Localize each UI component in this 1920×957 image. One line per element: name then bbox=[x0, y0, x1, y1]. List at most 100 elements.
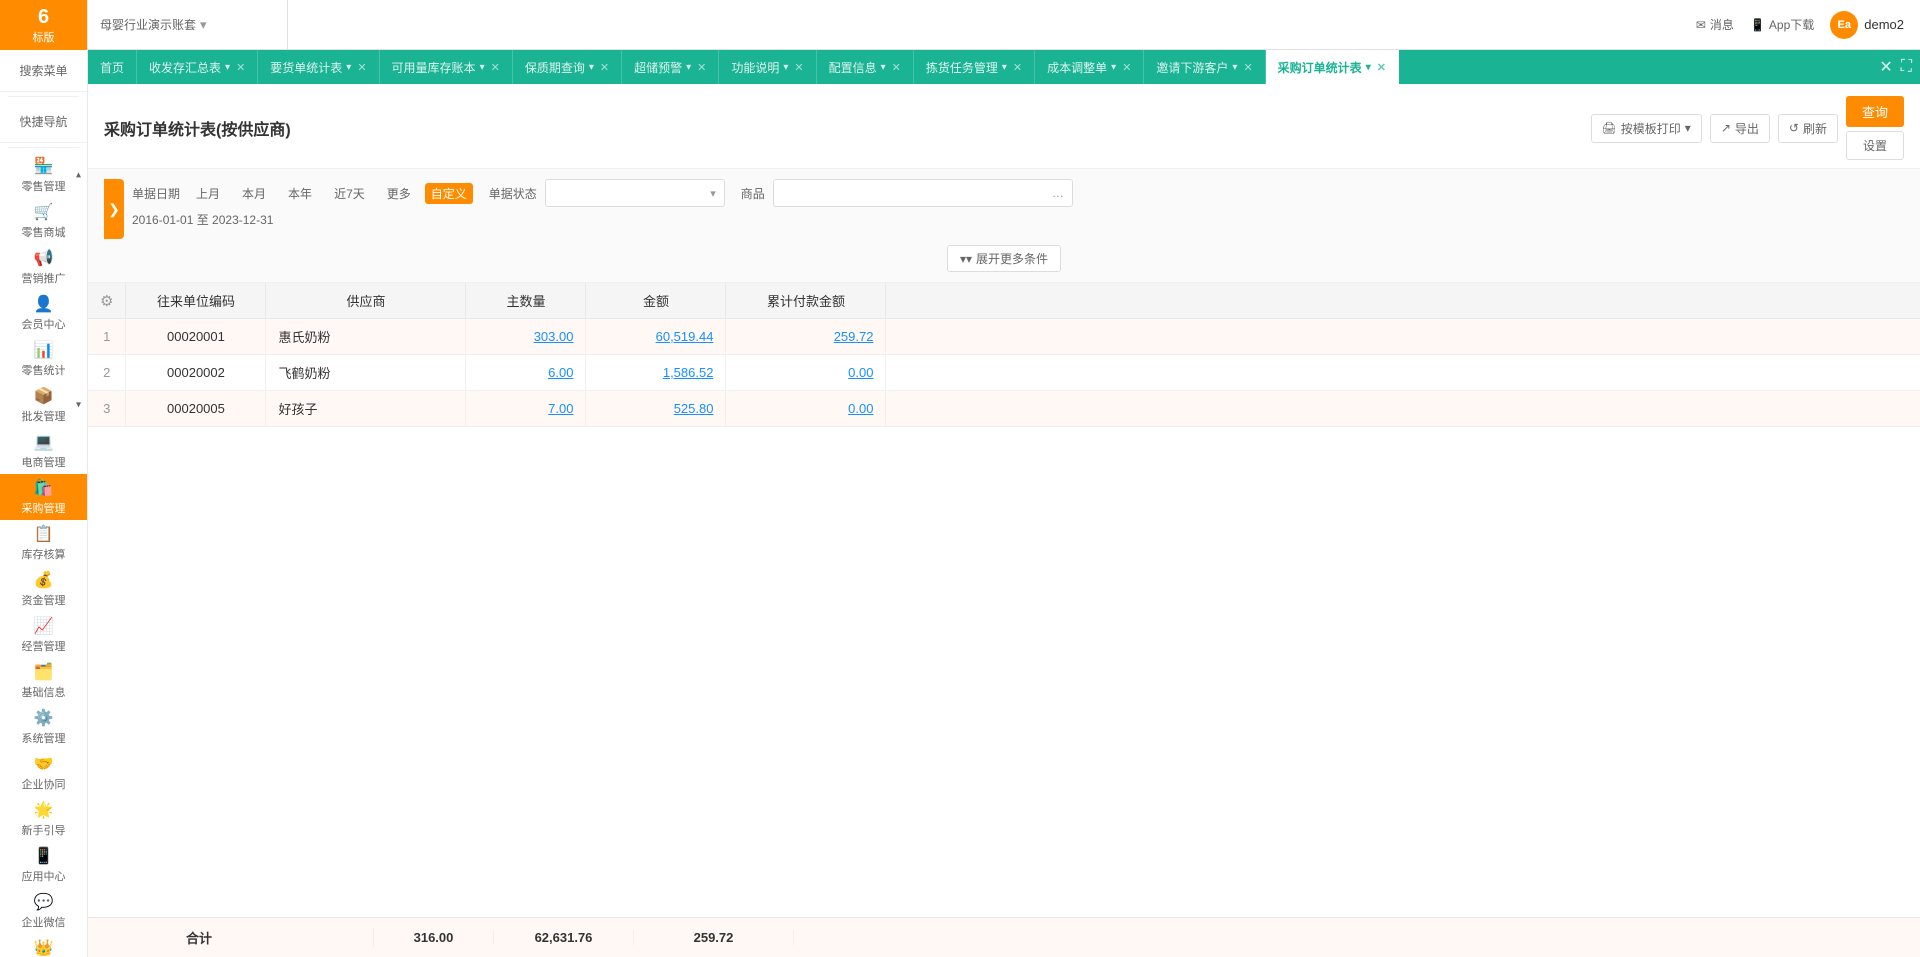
expand-more-button[interactable]: ▾▾ 展开更多条件 bbox=[947, 245, 1061, 272]
tab-expand-button[interactable]: ⛶ bbox=[1901, 58, 1912, 76]
footer-amount: 62,631.76 bbox=[494, 930, 634, 945]
col-extra-header bbox=[886, 283, 1920, 319]
sidebar-item-label: 系统管理 bbox=[22, 730, 66, 746]
sidebar-item-appcenter[interactable]: 📱 应用中心 bbox=[0, 842, 87, 888]
member-icon: 👤 bbox=[34, 294, 54, 314]
close-icon[interactable]: ✕ bbox=[357, 61, 366, 74]
print-button[interactable]: 🖨 按模板打印 ▾ bbox=[1591, 114, 1702, 143]
tab-inventory-book[interactable]: 可用量库存账本 ▾ ✕ bbox=[380, 50, 513, 84]
tab-func-desc[interactable]: 功能说明 ▾ ✕ bbox=[719, 50, 816, 84]
tab-purchase-order-stat[interactable]: 采购订单统计表 ▾ ✕ bbox=[1266, 50, 1399, 84]
goods-label: 商品 bbox=[741, 185, 765, 202]
sidebar-item-marketing[interactable]: 📢 营销推广 bbox=[0, 244, 87, 290]
message-button[interactable]: ✉ 消息 bbox=[1696, 16, 1734, 33]
sidebar-item-finance[interactable]: 💰 资金管理 bbox=[0, 566, 87, 612]
tab-invite-customer[interactable]: 邀请下游客户 ▾ ✕ bbox=[1144, 50, 1265, 84]
sidebar-item-ecommerce[interactable]: 💻 电商管理 bbox=[0, 428, 87, 474]
goods-select[interactable]: … bbox=[773, 179, 1073, 207]
sidebar-item-retail[interactable]: 🏪 零售管理 ▴ bbox=[0, 152, 87, 198]
sidebar-item-label: 新手引导 bbox=[22, 822, 66, 838]
date-last-month[interactable]: 上月 bbox=[188, 183, 228, 204]
cell-amount[interactable]: 1,586.52 bbox=[586, 355, 726, 391]
tab-pick-task[interactable]: 拣货任务管理 ▾ ✕ bbox=[914, 50, 1035, 84]
close-icon[interactable]: ✕ bbox=[491, 61, 500, 74]
search-menu-item[interactable]: 搜索菜单 bbox=[0, 50, 87, 92]
cell-paid[interactable]: 0.00 bbox=[726, 391, 886, 427]
date-more[interactable]: 更多 bbox=[379, 183, 419, 204]
tab-close-button[interactable]: ✕ bbox=[1879, 57, 1892, 77]
refresh-button[interactable]: ↺ 刷新 bbox=[1778, 114, 1838, 143]
cell-amount[interactable]: 60,519.44 bbox=[586, 319, 726, 355]
cell-qty[interactable]: 6.00 bbox=[466, 355, 586, 391]
cell-extra bbox=[886, 355, 1920, 391]
search-label[interactable]: 搜索菜单 bbox=[6, 58, 81, 83]
sidebar-item-enterprise[interactable]: 🤝 企业协同 bbox=[0, 750, 87, 796]
sidebar-item-basic[interactable]: 🗂️ 基础信息 bbox=[0, 658, 87, 704]
date-range-display: 2016-01-01 至 2023-12-31 bbox=[132, 213, 273, 227]
cell-code: 00020001 bbox=[126, 319, 266, 355]
tab-cost-adjust[interactable]: 成本调整单 ▾ ✕ bbox=[1035, 50, 1144, 84]
sidebar-item-wholesale[interactable]: 📦 批发管理 ▾ bbox=[0, 382, 87, 428]
close-icon[interactable]: ✕ bbox=[794, 61, 803, 74]
print-label: 按模板打印 bbox=[1621, 120, 1681, 137]
date-last-7days[interactable]: 近7天 bbox=[326, 183, 373, 204]
tab-home[interactable]: 首页 bbox=[88, 50, 137, 84]
quick-nav-label[interactable]: 快捷导航 bbox=[6, 109, 81, 134]
chevron-down-icon: ▾ bbox=[346, 62, 351, 73]
tab-label: 超储预警 bbox=[634, 59, 682, 76]
tab-purchase-stat[interactable]: 要货单统计表 ▾ ✕ bbox=[258, 50, 379, 84]
tab-expiry-query[interactable]: 保质期查询 ▾ ✕ bbox=[513, 50, 622, 84]
sidebar-item-retail-stat[interactable]: 📊 零售统计 bbox=[0, 336, 87, 382]
page-header: 采购订单统计表(按供应商) 🖨 按模板打印 ▾ ↗ 导出 ↺ 刷新 查询 设置 bbox=[88, 84, 1920, 169]
export-button[interactable]: ↗ 导出 bbox=[1710, 114, 1770, 143]
date-this-month[interactable]: 本月 bbox=[234, 183, 274, 204]
sidebar-item-label: 经营管理 bbox=[22, 638, 66, 654]
chevron-down-icon: ▾ bbox=[783, 62, 788, 73]
date-label: 单据日期 bbox=[132, 185, 180, 202]
cell-paid[interactable]: 0.00 bbox=[726, 355, 886, 391]
date-this-year[interactable]: 本年 bbox=[280, 183, 320, 204]
user-menu[interactable]: Ea demo2 bbox=[1830, 11, 1904, 39]
cell-qty[interactable]: 303.00 bbox=[466, 319, 586, 355]
sidebar-item-shop[interactable]: 🛒 零售商城 bbox=[0, 198, 87, 244]
column-settings-icon[interactable]: ⚙ bbox=[100, 293, 113, 310]
app-download-button[interactable]: 📱 App下载 bbox=[1750, 16, 1814, 33]
tab-bar: 首页 收发存汇总表 ▾ ✕ 要货单统计表 ▾ ✕ 可用量库存账本 ▾ ✕ 保质期… bbox=[88, 50, 1920, 84]
cell-qty[interactable]: 7.00 bbox=[466, 391, 586, 427]
sidebar-item-system[interactable]: ⚙️ 系统管理 bbox=[0, 704, 87, 750]
tab-label: 邀请下游客户 bbox=[1156, 59, 1228, 76]
sidebar-item-inventory[interactable]: 📋 库存核算 bbox=[0, 520, 87, 566]
close-icon[interactable]: ✕ bbox=[892, 61, 901, 74]
sidebar-item-purchase[interactable]: 🛍️ 采购管理 bbox=[0, 474, 87, 520]
close-icon[interactable]: ✕ bbox=[1243, 61, 1252, 74]
chevron-down-icon: ▾ bbox=[1232, 62, 1237, 73]
tab-config-info[interactable]: 配置信息 ▾ ✕ bbox=[817, 50, 914, 84]
close-icon[interactable]: ✕ bbox=[1013, 61, 1022, 74]
sidebar-item-operations[interactable]: 📈 经营管理 bbox=[0, 612, 87, 658]
more-options-icon[interactable]: … bbox=[1052, 186, 1064, 200]
close-icon[interactable]: ✕ bbox=[1377, 61, 1386, 74]
quick-nav-item[interactable]: 快捷导航 bbox=[0, 101, 87, 143]
settings-button[interactable]: 设置 bbox=[1846, 131, 1904, 160]
sidebar-item-member[interactable]: 👤 会员中心 bbox=[0, 290, 87, 336]
chevron-down-icon: ▴ bbox=[76, 170, 81, 181]
close-icon[interactable]: ✕ bbox=[1122, 61, 1131, 74]
tab-receive-summary[interactable]: 收发存汇总表 ▾ ✕ bbox=[137, 50, 258, 84]
close-icon[interactable]: ✕ bbox=[600, 61, 609, 74]
date-custom-badge[interactable]: 自定义 bbox=[425, 183, 473, 204]
sidebar-item-wechat[interactable]: 💬 企业微信 bbox=[0, 888, 87, 934]
sidebar-item-label: 库存核算 bbox=[22, 546, 66, 562]
cell-paid[interactable]: 259.72 bbox=[726, 319, 886, 355]
sidebar-item-newbie[interactable]: 🌟 新手引导 bbox=[0, 796, 87, 842]
collapse-button[interactable]: ❯ bbox=[104, 179, 124, 239]
close-icon[interactable]: ✕ bbox=[236, 61, 245, 74]
sidebar-item-vip[interactable]: 👑 畅会员 bbox=[0, 934, 87, 957]
tab-overstock-alert[interactable]: 超储预警 ▾ ✕ bbox=[622, 50, 719, 84]
cell-amount[interactable]: 525.80 bbox=[586, 391, 726, 427]
close-icon[interactable]: ✕ bbox=[697, 61, 706, 74]
chevron-down-icon[interactable]: ▾ bbox=[200, 17, 207, 33]
finance-icon: 💰 bbox=[34, 570, 54, 590]
status-select[interactable]: ▾ bbox=[545, 179, 725, 207]
query-button[interactable]: 查询 bbox=[1846, 96, 1904, 127]
topbar-right: ✉ 消息 📱 App下载 Ea demo2 bbox=[1696, 11, 1920, 39]
